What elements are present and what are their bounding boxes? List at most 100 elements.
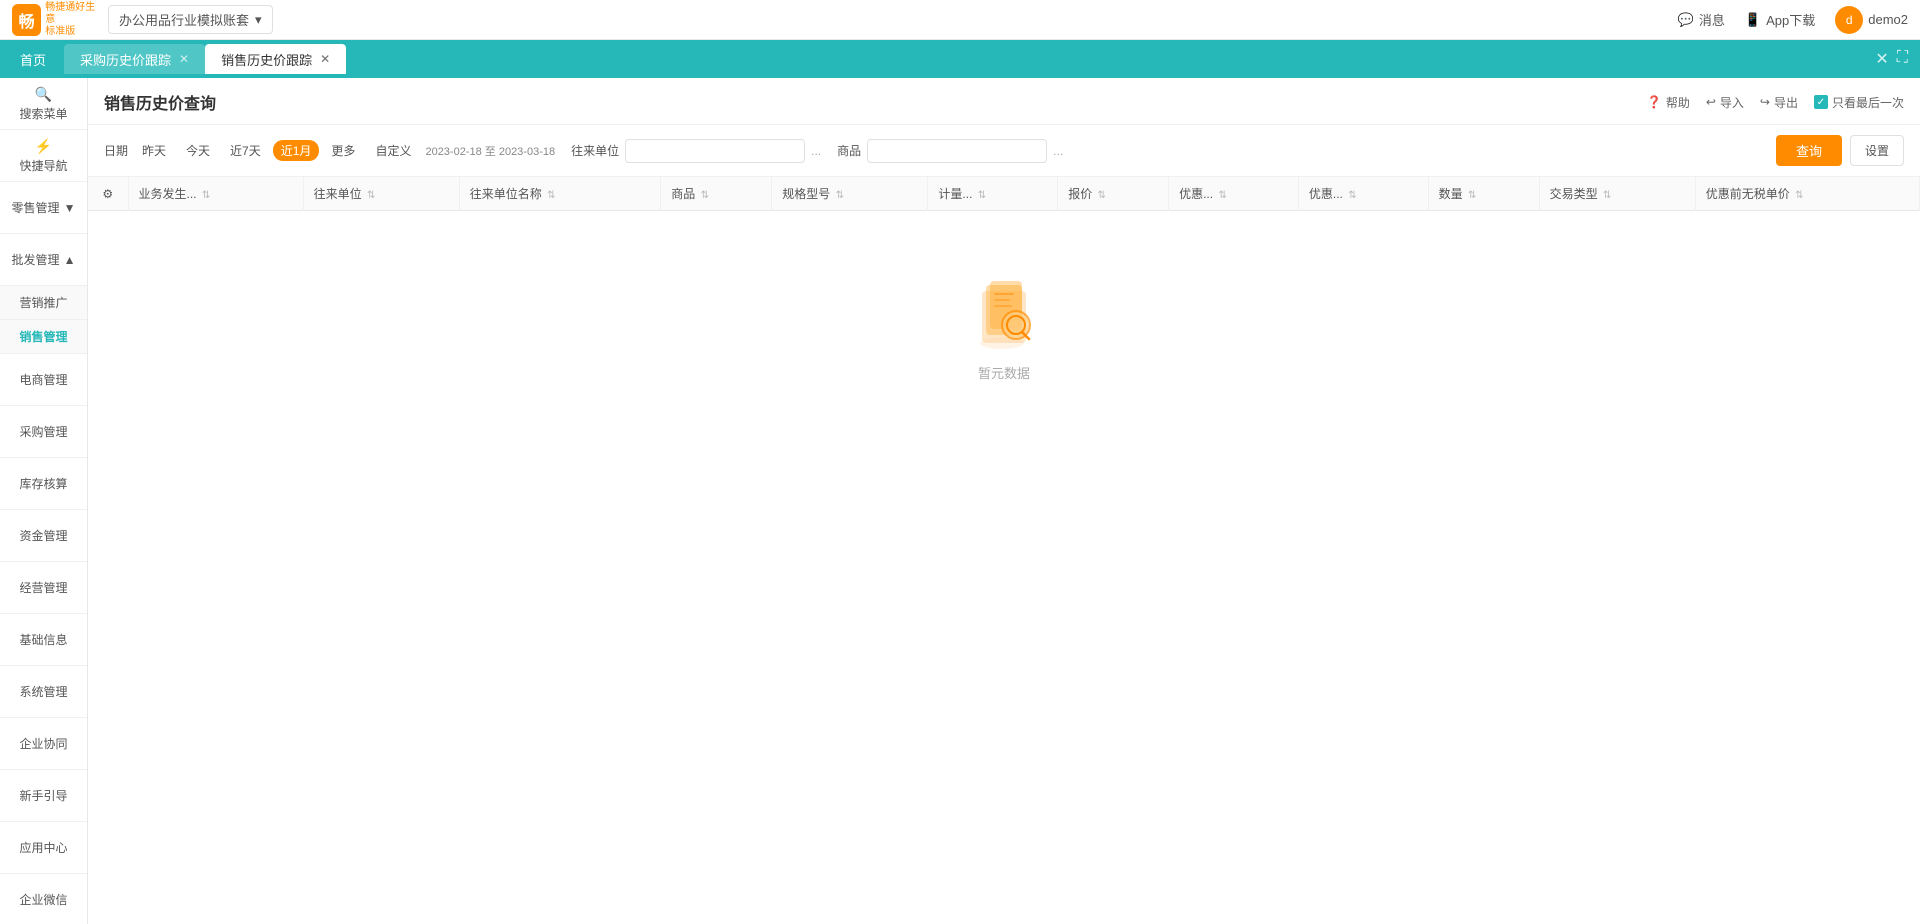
col-spec[interactable]: 规格型号 ⇅ <box>772 177 928 211</box>
tab-bar: 首页 采购历史价跟踪 ✕ 销售历史价跟踪 ✕ ✕ ⛶ <box>0 40 1920 78</box>
sidebar-item-marketing[interactable]: 营销推广 <box>0 286 87 320</box>
fullscreen-icon[interactable]: ⛶ <box>1897 49 1908 69</box>
tab-bar-right: ✕ ⛶ <box>1875 49 1916 69</box>
col-partner-name[interactable]: 往来单位名称 ⇅ <box>459 177 661 211</box>
col-unit[interactable]: 计量... ⇅ <box>928 177 1058 211</box>
sidebar-purchase-label: 采购管理 <box>19 423 67 440</box>
tab-sales-close[interactable]: ✕ <box>320 53 330 65</box>
sidebar-retail-label: 零售管理 <box>12 199 60 216</box>
wholesale-arrow-icon: ▲ <box>64 253 76 267</box>
sidebar-item-app-center[interactable]: 应用中心 <box>0 822 87 874</box>
col-price[interactable]: 报价 ⇅ <box>1058 177 1169 211</box>
user-menu[interactable]: d demo2 <box>1835 6 1908 34</box>
col-product[interactable]: 商品 ⇅ <box>661 177 772 211</box>
sidebar-item-guide[interactable]: 新手引导 <box>0 770 87 822</box>
only-latest-label: 只看最后一次 <box>1832 94 1904 111</box>
sidebar-item-finance[interactable]: 资金管理 <box>0 510 87 562</box>
settings-button[interactable]: 设置 <box>1850 135 1904 166</box>
message-label: 消息 <box>1699 10 1725 29</box>
tab-sales[interactable]: 销售历史价跟踪 ✕ <box>205 44 346 74</box>
export-icon: ↪ <box>1760 95 1770 109</box>
tab-purchase[interactable]: 采购历史价跟踪 ✕ <box>64 44 205 74</box>
sidebar-item-system[interactable]: 系统管理 <box>0 666 87 718</box>
app-download-button[interactable]: 📱 App下载 <box>1745 10 1815 29</box>
only-latest-checkbox[interactable]: ✓ <box>1814 95 1828 109</box>
retail-arrow-icon: ▼ <box>64 201 76 215</box>
page-header: 销售历史价查询 ❓ 帮助 ↩ 导入 ↪ 导出 ✓ <box>88 78 1920 125</box>
col-discount2[interactable]: 优惠... ⇅ <box>1298 177 1428 211</box>
help-button[interactable]: ❓ 帮助 <box>1647 94 1690 111</box>
sort-icon: ⇅ <box>547 190 555 201</box>
message-icon: 💬 <box>1678 12 1694 28</box>
sidebar-item-quicknav[interactable]: ⚡ 快捷导航 <box>0 130 87 182</box>
partner-input[interactable] <box>625 139 805 163</box>
sidebar-guide-label: 新手引导 <box>19 787 67 804</box>
page-container: 销售历史价查询 ❓ 帮助 ↩ 导入 ↪ 导出 ✓ <box>88 78 1920 924</box>
only-latest-wrap[interactable]: ✓ 只看最后一次 <box>1814 94 1904 111</box>
sidebar-item-wechat[interactable]: 企业微信 <box>0 874 87 924</box>
date-filter-group: 日期 昨天 今天 近7天 近1月 更多 自定义 2023-02-18 至 202… <box>104 140 555 161</box>
sidebar-item-operations[interactable]: 经营管理 <box>0 562 87 614</box>
tab-purchase-label: 采购历史价跟踪 <box>80 50 171 69</box>
sort-icon: ⇅ <box>1218 190 1226 201</box>
sidebar-system-label: 系统管理 <box>19 683 67 700</box>
chip-today[interactable]: 今天 <box>178 140 218 161</box>
col-trade-type[interactable]: 交易类型 ⇅ <box>1539 177 1695 211</box>
sort-icon: ⇅ <box>1098 190 1106 201</box>
close-window-icon[interactable]: ✕ <box>1875 49 1888 69</box>
sidebar-item-ecommerce[interactable]: 电商管理 <box>0 354 87 406</box>
chip-custom[interactable]: 自定义 <box>367 140 419 161</box>
company-name: 办公用品行业模拟账套 <box>119 10 249 29</box>
sidebar-item-search[interactable]: 🔍 搜索菜单 <box>0 78 87 130</box>
chip-1month[interactable]: 近1月 <box>273 140 320 161</box>
date-chips: 昨天 今天 近7天 近1月 更多 自定义 <box>134 140 419 161</box>
sidebar-item-inventory[interactable]: 库存核算 <box>0 458 87 510</box>
col-qty[interactable]: 数量 ⇅ <box>1428 177 1539 211</box>
sidebar-item-purchase[interactable]: 采购管理 <box>0 406 87 458</box>
help-label: 帮助 <box>1666 94 1690 111</box>
empty-state: 暂元数据 <box>88 211 1920 442</box>
sidebar-sub-menu: 营销推广 销售管理 <box>0 286 87 354</box>
sidebar-item-sales-mgmt[interactable]: 销售管理 <box>0 320 87 354</box>
company-selector[interactable]: 办公用品行业模拟账套 ▾ <box>108 5 273 34</box>
product-dots: ... <box>1053 144 1063 158</box>
product-input[interactable] <box>867 139 1047 163</box>
import-button[interactable]: ↩ 导入 <box>1706 94 1744 111</box>
col-business-date[interactable]: 业务发生... ⇅ <box>128 177 303 211</box>
col-pretax-price[interactable]: 优惠前无税单价 ⇅ <box>1695 177 1919 211</box>
message-button[interactable]: 💬 消息 <box>1678 10 1725 29</box>
col-partner[interactable]: 往来单位 ⇅ <box>303 177 459 211</box>
import-icon: ↩ <box>1706 95 1716 109</box>
sort-icon: ⇅ <box>978 190 986 201</box>
tab-home[interactable]: 首页 <box>4 44 62 74</box>
partner-label: 往来单位 <box>571 142 619 159</box>
export-button[interactable]: ↪ 导出 <box>1760 94 1798 111</box>
chip-7days[interactable]: 近7天 <box>222 140 269 161</box>
sidebar-operations-label: 经营管理 <box>19 579 67 596</box>
sidebar-app-center-label: 应用中心 <box>19 839 67 856</box>
export-label: 导出 <box>1774 94 1798 111</box>
date-range: 2023-02-18 至 2023-03-18 <box>425 143 555 159</box>
sidebar-item-retail[interactable]: 零售管理 ▼ <box>0 182 87 234</box>
tab-purchase-close[interactable]: ✕ <box>179 53 189 65</box>
sidebar-quicknav-label: 快捷导航 <box>19 157 67 174</box>
sidebar-item-enterprise[interactable]: 企业协同 <box>0 718 87 770</box>
col-discount1[interactable]: 优惠... ⇅ <box>1169 177 1299 211</box>
chip-yesterday[interactable]: 昨天 <box>134 140 174 161</box>
filter-bar: 日期 昨天 今天 近7天 近1月 更多 自定义 2023-02-18 至 202… <box>88 125 1920 177</box>
quicknav-icon: ⚡ <box>35 138 52 155</box>
tab-home-label: 首页 <box>20 50 46 69</box>
chip-more[interactable]: 更多 <box>323 140 363 161</box>
content-area: 销售历史价查询 ❓ 帮助 ↩ 导入 ↪ 导出 ✓ <box>88 78 1920 924</box>
partner-dots: ... <box>811 144 821 158</box>
query-button[interactable]: 查询 <box>1776 135 1842 166</box>
table-header-row: ⚙ 业务发生... ⇅ 往来单位 ⇅ 往来单位名称 <box>88 177 1920 211</box>
sidebar-inventory-label: 库存核算 <box>19 475 67 492</box>
sidebar-item-basic-info[interactable]: 基础信息 <box>0 614 87 666</box>
sidebar: 🔍 搜索菜单 ⚡ 快捷导航 零售管理 ▼ 批发管理 ▲ 营销推广 销售管理 电商… <box>0 78 88 924</box>
main-layout: 🔍 搜索菜单 ⚡ 快捷导航 零售管理 ▼ 批发管理 ▲ 营销推广 销售管理 电商… <box>0 78 1920 924</box>
sidebar-item-wholesale[interactable]: 批发管理 ▲ <box>0 234 87 286</box>
logo-icon: 畅 <box>12 4 41 36</box>
col-settings[interactable]: ⚙ <box>88 177 128 211</box>
dropdown-icon: ▾ <box>255 12 262 28</box>
